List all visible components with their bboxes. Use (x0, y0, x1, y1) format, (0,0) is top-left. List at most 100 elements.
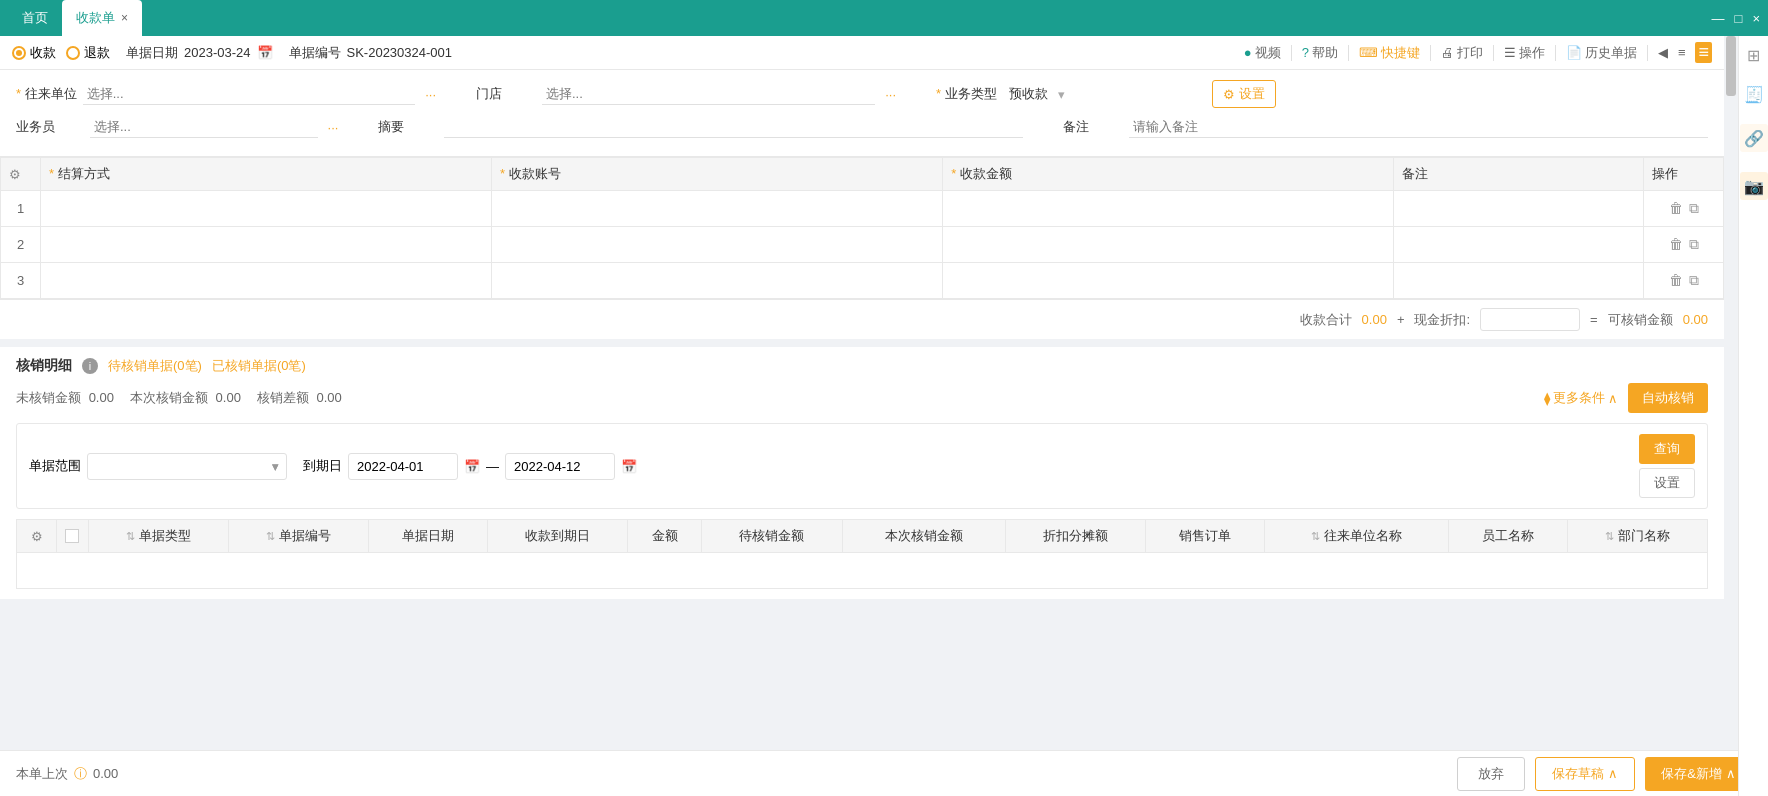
col-settings-header[interactable]: ⚙ (1, 158, 41, 191)
amount-cell[interactable] (943, 191, 1394, 227)
abandon-button[interactable]: 放弃 (1457, 757, 1525, 791)
account-cell[interactable] (492, 191, 943, 227)
bill-date-value[interactable]: 2023-03-24 (184, 45, 251, 60)
remark-cell[interactable] (1394, 191, 1644, 227)
total-label: 收款合计 (1300, 311, 1352, 329)
divider4 (1493, 45, 1494, 61)
filter-settings-button[interactable]: 设置 (1639, 468, 1695, 498)
settlement-cell[interactable] (41, 227, 492, 263)
delete-icon[interactable]: 🗑 (1669, 236, 1683, 253)
counterparty-field: * 往来单位 ··· (16, 83, 436, 105)
minimize-icon[interactable]: — (1712, 11, 1725, 26)
sidebar-receipt-icon[interactable]: 🧾 (1744, 85, 1764, 104)
info-icon[interactable]: i (82, 358, 98, 374)
dropdown-icon[interactable]: ▾ (1058, 87, 1065, 102)
diff-stat: 核销差额 0.00 (257, 389, 342, 407)
info-circle-icon[interactable]: ⓘ (74, 765, 87, 783)
print-btn[interactable]: 🖨 打印 (1441, 44, 1483, 62)
copy-icon[interactable]: ⧉ (1689, 236, 1699, 253)
settlement-cell[interactable] (41, 191, 492, 227)
summary-label: 摘要 (378, 118, 438, 136)
delete-icon[interactable]: 🗑 (1669, 272, 1683, 289)
prev-icon[interactable]: ◀ (1658, 45, 1668, 60)
amount-cell[interactable] (943, 263, 1394, 299)
history-btn[interactable]: 📄 历史单据 (1566, 44, 1637, 62)
store-label: 门店 (476, 85, 536, 103)
discount-input[interactable] (1480, 308, 1580, 331)
help-btn[interactable]: ? 帮助 (1302, 44, 1338, 62)
copy-icon[interactable]: ⧉ (1689, 200, 1699, 217)
table-settings-icon[interactable]: ⚙ (9, 167, 21, 182)
save-new-button[interactable]: 保存&新增 ∧ (1645, 757, 1752, 791)
maximize-icon[interactable]: □ (1735, 11, 1743, 26)
account-cell[interactable] (492, 227, 943, 263)
stats-left: 未核销金额 0.00 本次核销金额 0.00 核销差额 0.00 (16, 389, 342, 407)
delete-icon[interactable]: 🗑 (1669, 200, 1683, 217)
scroll-thumb[interactable] (1726, 36, 1736, 96)
settlement-cell[interactable] (41, 263, 492, 299)
filter-action-btns: 查询 设置 (1639, 434, 1695, 498)
main-table-container: ⚙ * 结算方式 * 收款账号 * 收款金额 备注 操作 (0, 157, 1724, 299)
done-tab[interactable]: 已核销单据(0笔) (212, 357, 306, 375)
due-date-start[interactable] (348, 453, 458, 480)
calendar-icon[interactable]: 📅 (257, 45, 273, 60)
sort-icon: ⇅ (1311, 530, 1320, 542)
form-area: * 往来单位 ··· 门店 ··· * 业务类型 预收款 (0, 70, 1724, 157)
select-all-checkbox[interactable] (65, 529, 79, 543)
sidebar-screenshot-icon[interactable]: 📷 (1740, 172, 1768, 200)
total-value: 0.00 (1362, 312, 1387, 327)
shortcut-btn[interactable]: ⌨ 快捷键 (1359, 44, 1420, 62)
store-ellipsis[interactable]: ··· (885, 87, 896, 102)
close-icon[interactable]: × (1752, 11, 1760, 26)
video-btn[interactable]: ● 视频 (1244, 44, 1281, 62)
col-counterparty-header: ⇅ 往来单位名称 (1264, 520, 1449, 553)
ops-cell: 🗑 ⧉ (1644, 227, 1724, 263)
radio-receipt[interactable]: 收款 (12, 44, 56, 62)
save-draft-button[interactable]: 保存草稿 ∧ (1535, 757, 1635, 791)
query-button[interactable]: 查询 (1639, 434, 1695, 464)
account-cell[interactable] (492, 263, 943, 299)
sidebar-link-icon[interactable]: 🔗 (1740, 124, 1768, 152)
scrollbar[interactable] (1724, 36, 1738, 750)
nav-active-icon[interactable]: ≡ (1695, 42, 1712, 63)
remark-input[interactable] (1129, 116, 1708, 138)
col-bill-date-header: 单据日期 (369, 520, 487, 553)
counterparty-ellipsis[interactable]: ··· (425, 87, 436, 102)
amount-cell[interactable] (943, 227, 1394, 263)
table-row: 3 🗑 ⧉ (1, 263, 1724, 299)
operations-btn[interactable]: ☰ 操作 (1504, 44, 1545, 62)
more-conditions-btn[interactable]: ⧫ 更多条件 ∧ (1544, 389, 1618, 407)
salesperson-input[interactable] (90, 116, 318, 138)
store-input[interactable] (542, 83, 875, 105)
copy-icon[interactable]: ⧉ (1689, 272, 1699, 289)
counterparty-input[interactable] (83, 83, 415, 105)
col-settings-header2[interactable]: ⚙ (17, 520, 57, 553)
pending-tab[interactable]: 待核销单据(0笔) (108, 357, 202, 375)
tab-current[interactable]: 收款单 × (62, 0, 142, 36)
calendar-end-icon[interactable]: 📅 (621, 459, 637, 474)
summary-input[interactable] (444, 116, 1023, 138)
tab-close-icon[interactable]: × (121, 11, 128, 25)
bill-no-value[interactable]: SK-20230324-001 (347, 45, 453, 60)
remark-cell[interactable] (1394, 227, 1644, 263)
col-pending-header: 待核销金额 (702, 520, 843, 553)
radio-refund[interactable]: 退款 (66, 44, 110, 62)
remark-cell[interactable] (1394, 263, 1644, 299)
divider5 (1555, 45, 1556, 61)
due-date-end[interactable] (505, 453, 615, 480)
nav-menu-icon[interactable]: ≡ (1678, 45, 1686, 60)
calendar-start-icon[interactable]: 📅 (464, 459, 480, 474)
ops-cell: 🗑 ⧉ (1644, 191, 1724, 227)
settings-button[interactable]: ⚙ 设置 (1212, 80, 1276, 108)
auto-reconcile-button[interactable]: 自动核销 (1628, 383, 1708, 413)
toolbar-actions: ● 视频 ? 帮助 ⌨ 快捷键 🖨 打印 ☰ 操作 (1244, 42, 1712, 63)
tab-home[interactable]: 首页 (8, 0, 62, 36)
window-controls: — □ × (1712, 11, 1760, 26)
summary-row: 收款合计 0.00 + 现金折扣: = 可核销金额 0.00 (0, 299, 1724, 339)
range-select[interactable] (87, 453, 287, 480)
bottom-table-settings-icon[interactable]: ⚙ (31, 529, 43, 544)
sort-icon: ⇅ (266, 530, 275, 542)
divider2 (1348, 45, 1349, 61)
salesperson-ellipsis[interactable]: ··· (328, 120, 339, 135)
sidebar-table-icon[interactable]: ⊞ (1747, 46, 1760, 65)
